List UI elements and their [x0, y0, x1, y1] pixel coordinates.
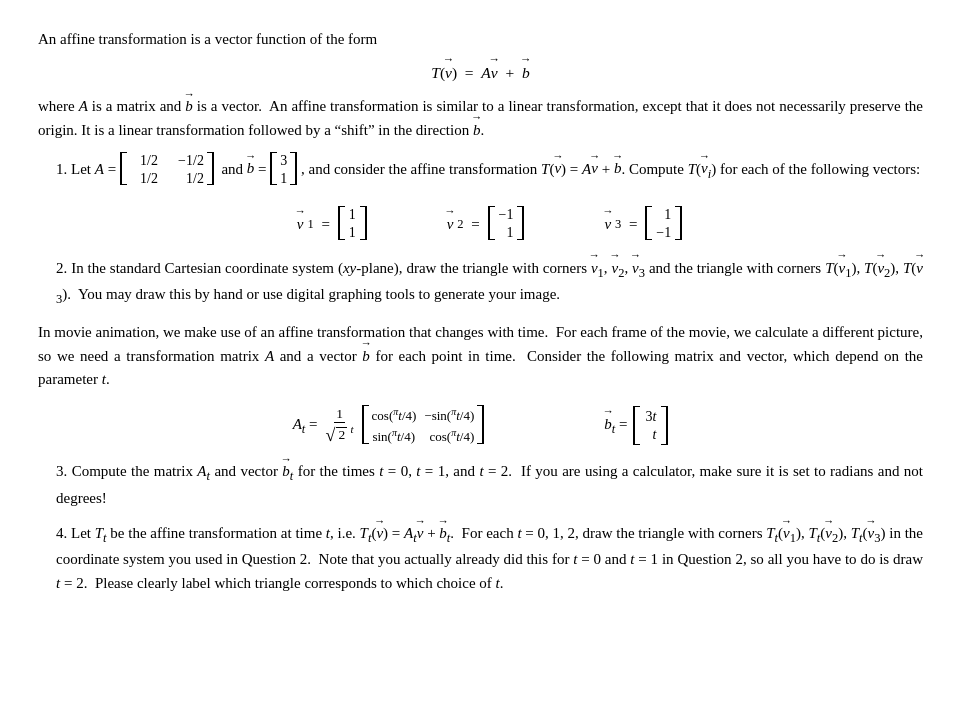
main-content: An affine transformation is a vector fun…	[38, 28, 923, 595]
bt-expression: bt = 3t t	[604, 406, 668, 445]
animation-intro: In movie animation, we make use of an af…	[38, 321, 923, 391]
q1-text: 1. Let A = 1/2 −1/2 1/2 1/2 and b =	[56, 152, 923, 188]
question-2: 2. In the standard Cartesian coordinate …	[56, 257, 923, 310]
q3-text: 3. Compute the matrix At and vector bt f…	[56, 460, 923, 510]
question-3: 3. Compute the matrix At and vector bt f…	[56, 460, 923, 510]
question-1: 1. Let A = 1/2 −1/2 1/2 1/2 and b =	[56, 152, 923, 243]
vector-bt: 3t t	[633, 406, 668, 445]
vector-b: 3 1	[270, 152, 297, 188]
vectors-row: v1 = 1 1 v2 = −1	[56, 206, 923, 242]
vector-v3: v3 = 1 −1	[604, 206, 682, 242]
matrix-At: cos(πt/4) −sin(πt/4) sin(πt/4) cos(πt/4)	[362, 405, 485, 446]
q4-text: 4. Let Tt be the affine transformation a…	[56, 522, 923, 595]
matrix-A: 1/2 −1/2 1/2 1/2	[120, 152, 214, 188]
intro-p2: where A is a matrix and b is a vector. A…	[38, 95, 923, 142]
At-expression: At = 1 √ 2 t co	[293, 405, 485, 446]
vector-v1: v1 = 1 1	[297, 206, 367, 242]
main-equation: T(v) = Av + b	[38, 61, 923, 85]
q2-text: 2. In the standard Cartesian coordinate …	[56, 257, 923, 310]
intro-p1: An affine transformation is a vector fun…	[38, 28, 923, 51]
vector-v2: v2 = −1 1	[447, 206, 525, 242]
question-4: 4. Let Tt be the affine transformation a…	[56, 522, 923, 595]
time-equations: At = 1 √ 2 t co	[38, 405, 923, 446]
